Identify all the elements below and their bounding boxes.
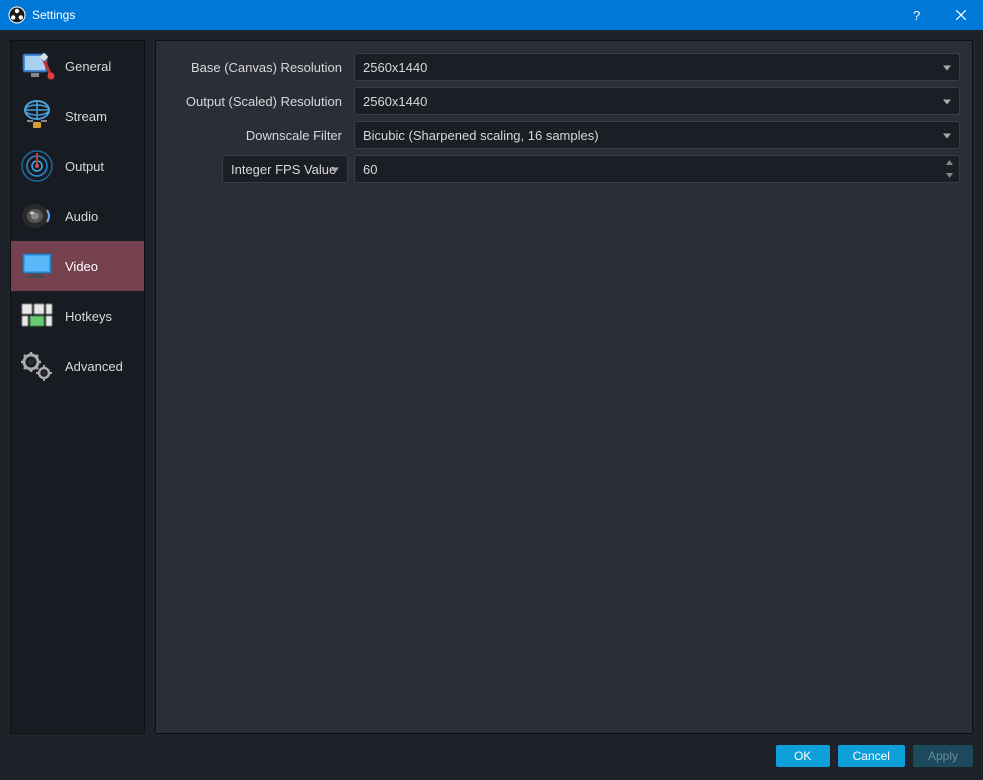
chevron-down-icon bbox=[331, 162, 339, 177]
output-icon bbox=[17, 146, 57, 186]
hotkeys-icon bbox=[17, 296, 57, 336]
general-icon bbox=[17, 46, 57, 86]
stream-icon bbox=[17, 96, 57, 136]
base-resolution-label: Base (Canvas) Resolution bbox=[168, 60, 348, 75]
sidebar-item-output[interactable]: Output bbox=[11, 141, 144, 191]
chevron-down-icon bbox=[943, 60, 951, 75]
sidebar-item-general[interactable]: General bbox=[11, 41, 144, 91]
sidebar-item-label: General bbox=[65, 59, 111, 74]
sidebar-item-hotkeys[interactable]: Hotkeys bbox=[11, 291, 144, 341]
sidebar-item-advanced[interactable]: Advanced bbox=[11, 341, 144, 391]
fps-value-spinbox[interactable]: 60 bbox=[354, 155, 960, 183]
fps-type-value: Integer FPS Value bbox=[231, 162, 336, 177]
sidebar-item-audio[interactable]: Audio bbox=[11, 191, 144, 241]
titlebar: Settings ? bbox=[0, 0, 983, 30]
dialog-footer: OK Cancel Apply bbox=[10, 734, 973, 770]
chevron-down-icon bbox=[943, 94, 951, 109]
apply-button: Apply bbox=[913, 745, 973, 767]
fps-type-combo[interactable]: Integer FPS Value bbox=[222, 155, 348, 183]
sidebar-item-stream[interactable]: Stream bbox=[11, 91, 144, 141]
spin-down-button[interactable] bbox=[942, 169, 956, 182]
sidebar-item-label: Output bbox=[65, 159, 104, 174]
sidebar-item-label: Audio bbox=[65, 209, 98, 224]
settings-sidebar: General Stream bbox=[10, 40, 145, 734]
sidebar-item-label: Advanced bbox=[65, 359, 123, 374]
advanced-icon bbox=[17, 346, 57, 386]
sidebar-item-label: Video bbox=[65, 259, 98, 274]
base-resolution-combo[interactable]: 2560x1440 bbox=[354, 53, 960, 81]
downscale-filter-value: Bicubic (Sharpened scaling, 16 samples) bbox=[363, 128, 599, 143]
fps-value: 60 bbox=[363, 162, 377, 177]
svg-text:?: ? bbox=[913, 8, 920, 22]
chevron-down-icon bbox=[943, 128, 951, 143]
sidebar-item-video[interactable]: Video bbox=[11, 241, 144, 291]
spin-up-button[interactable] bbox=[942, 156, 956, 169]
window-title: Settings bbox=[32, 8, 893, 22]
video-settings-panel: Base (Canvas) Resolution 2560x1440 Outpu… bbox=[155, 40, 973, 734]
close-button[interactable] bbox=[938, 0, 983, 30]
sidebar-item-label: Stream bbox=[65, 109, 107, 124]
downscale-filter-combo[interactable]: Bicubic (Sharpened scaling, 16 samples) bbox=[354, 121, 960, 149]
help-button[interactable]: ? bbox=[893, 0, 938, 30]
app-icon bbox=[8, 6, 26, 24]
video-icon bbox=[17, 246, 57, 286]
base-resolution-value: 2560x1440 bbox=[363, 60, 427, 75]
downscale-filter-label: Downscale Filter bbox=[168, 128, 348, 143]
sidebar-item-label: Hotkeys bbox=[65, 309, 112, 324]
output-resolution-value: 2560x1440 bbox=[363, 94, 427, 109]
output-resolution-label: Output (Scaled) Resolution bbox=[168, 94, 348, 109]
output-resolution-combo[interactable]: 2560x1440 bbox=[354, 87, 960, 115]
cancel-button[interactable]: Cancel bbox=[838, 745, 905, 767]
audio-icon bbox=[17, 196, 57, 236]
ok-button[interactable]: OK bbox=[776, 745, 830, 767]
